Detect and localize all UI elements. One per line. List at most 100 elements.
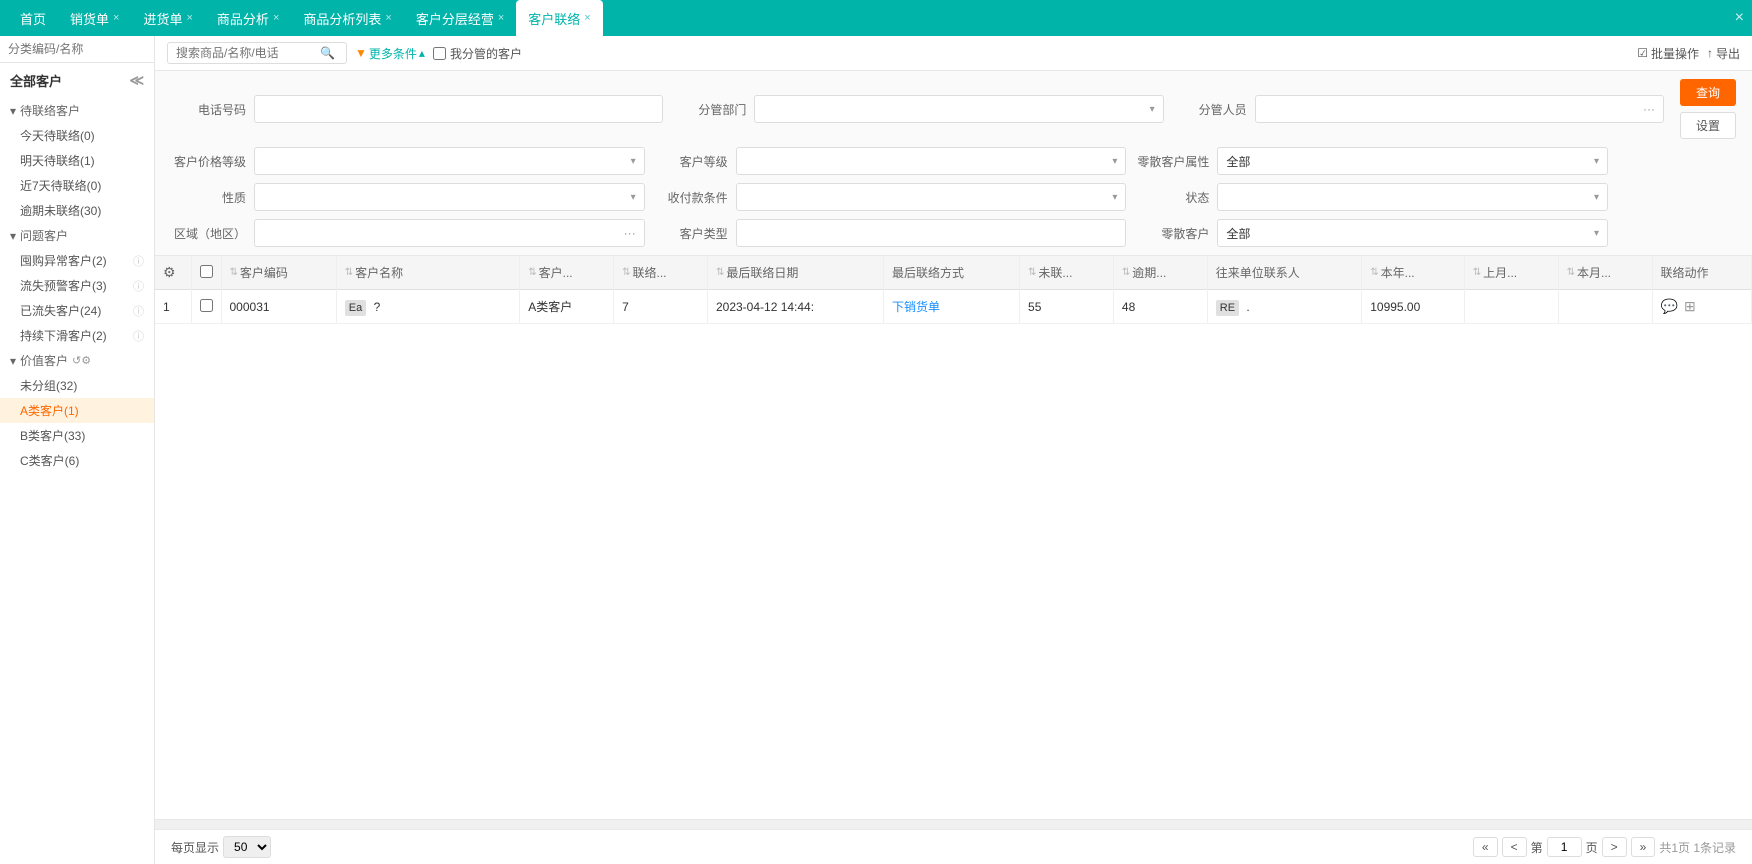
value-customers-refresh-icon[interactable]: ↺ [72, 354, 81, 367]
col-thismonth-sort-icon[interactable]: ⇅ [1567, 267, 1575, 278]
contact-method-link[interactable]: 下销货单 [892, 300, 940, 314]
filter-person-input[interactable]: ··· [1255, 95, 1664, 123]
col-last-contact-date[interactable]: ⇅ 最后联络日期 [707, 256, 883, 290]
sidebar-item-tomorrow[interactable]: 明天待联络(1) [0, 148, 154, 173]
section-value-customers[interactable]: ▾ 价值客户 ↺ ⚙ [0, 348, 154, 373]
batch-operation-button[interactable]: ☑ 批量操作 [1637, 45, 1699, 62]
export-button[interactable]: ↑ 导出 [1707, 45, 1740, 62]
nav-customer-contact-close[interactable]: × [584, 12, 590, 24]
sidebar-item-7days[interactable]: 近7天待联络(0) [0, 173, 154, 198]
my-customers-checkbox[interactable] [433, 47, 446, 60]
cell-last-month [1464, 290, 1558, 324]
settings-button[interactable]: 设置 [1680, 112, 1736, 139]
sidebar-item-today[interactable]: 今天待联络(0) [0, 123, 154, 148]
sidebar-item-ungrouped[interactable]: 未分组(32) [0, 373, 154, 398]
sidebar-item-class-b[interactable]: B类客户(33) [0, 423, 154, 448]
col-name[interactable]: ⇅ 客户名称 [336, 256, 519, 290]
col-type-sort-icon[interactable]: ⇅ [528, 267, 536, 278]
hoarding-info-icon[interactable]: ⓘ [133, 253, 144, 269]
nav-customer-tier[interactable]: 客户分层经营 × [404, 0, 516, 36]
section-pending-contact[interactable]: ▾ 待联络客户 [0, 98, 154, 123]
filter-retail-select[interactable]: 全部▾ [1217, 219, 1608, 247]
col-contact[interactable]: ⇅ 联络... [614, 256, 708, 290]
col-code[interactable]: ⇅ 客户编码 [221, 256, 336, 290]
region-dots-icon[interactable]: ··· [624, 226, 636, 240]
more-filters-button[interactable]: ▼ 更多条件 ▴ [355, 45, 425, 62]
declining-info-icon[interactable]: ⓘ [133, 328, 144, 344]
filter-customer-level-select[interactable]: ▾ [736, 147, 1127, 175]
filter-search-icon[interactable]: 🔍 [320, 46, 335, 60]
person-dots-icon[interactable]: ··· [1643, 102, 1655, 116]
sidebar-item-churned[interactable]: 已流失客户(24) ⓘ [0, 298, 154, 323]
filter-search-input[interactable] [176, 46, 316, 60]
my-customers-checkbox-container[interactable]: 我分管的客户 [433, 45, 522, 62]
filter-retail-attr-select[interactable]: 全部▾ [1217, 147, 1608, 175]
col-last-month[interactable]: ⇅ 上月... [1464, 256, 1558, 290]
sidebar-collapse-icon[interactable]: ≪ [129, 72, 144, 89]
col-this-month[interactable]: ⇅ 本月... [1558, 256, 1652, 290]
nav-analysis[interactable]: 商品分析 × [205, 0, 291, 36]
row-qr-icon[interactable]: ⊞ [1684, 298, 1696, 315]
nav-customer-tier-close[interactable]: × [498, 12, 504, 24]
churn-warning-info-icon[interactable]: ⓘ [133, 278, 144, 294]
query-button[interactable]: 查询 [1680, 79, 1736, 106]
nav-purchase-close[interactable]: × [186, 12, 192, 24]
col-nocontact-sort-icon[interactable]: ⇅ [1028, 267, 1036, 278]
row-chat-icon[interactable]: 💬 [1661, 298, 1678, 315]
filter-status-select[interactable]: ▾ [1217, 183, 1608, 211]
col-name-sort-icon[interactable]: ⇅ [345, 267, 353, 278]
section-problem-label: 问题客户 [20, 227, 68, 244]
nav-analysis-close[interactable]: × [273, 12, 279, 24]
select-all-checkbox[interactable] [200, 265, 213, 278]
last-page-button[interactable]: » [1631, 837, 1656, 857]
cell-type: A类客户 [520, 290, 614, 324]
col-code-sort-icon[interactable]: ⇅ [230, 267, 238, 278]
sidebar-item-overdue[interactable]: 逾期未联络(30) [0, 198, 154, 223]
filter-region-input[interactable]: ··· [254, 219, 645, 247]
sidebar-search-input[interactable] [8, 42, 155, 56]
row-checkbox[interactable] [200, 299, 213, 312]
col-contact-sort-icon[interactable]: ⇅ [622, 267, 630, 278]
section-problem-customers[interactable]: ▾ 问题客户 [0, 223, 154, 248]
page-number-input[interactable] [1547, 837, 1582, 857]
nav-sales-close[interactable]: × [113, 12, 119, 24]
nav-sales[interactable]: 销货单 × [58, 0, 131, 36]
nav-home[interactable]: 首页 [8, 0, 58, 36]
churned-info-icon[interactable]: ⓘ [133, 303, 144, 319]
filter-phone-input[interactable] [254, 95, 663, 123]
filter-row-1: 电话号码 分管部门 ▾ 分管人员 ··· 查询 设置 [171, 79, 1736, 139]
horizontal-scrollbar[interactable] [155, 819, 1752, 829]
sidebar-item-class-a[interactable]: A类客户(1) [0, 398, 154, 423]
sidebar-item-class-c[interactable]: C类客户(6) [0, 448, 154, 473]
first-page-button[interactable]: « [1473, 837, 1498, 857]
col-lastmonth-sort-icon[interactable]: ⇅ [1473, 267, 1481, 278]
window-close-button[interactable]: × [1735, 9, 1744, 27]
filter-customer-type-input[interactable] [736, 219, 1127, 247]
nav-analysis-list[interactable]: 商品分析列表 × [291, 0, 403, 36]
col-date-sort-icon[interactable]: ⇅ [716, 267, 724, 278]
table-settings-icon[interactable]: ⚙ [163, 264, 176, 280]
filter-nature-select[interactable]: ▾ [254, 183, 645, 211]
col-overdue-sort-icon[interactable]: ⇅ [1122, 267, 1130, 278]
next-page-button[interactable]: > [1602, 837, 1627, 857]
col-type[interactable]: ⇅ 客户... [520, 256, 614, 290]
nav-purchase[interactable]: 进货单 × [131, 0, 204, 36]
value-customers-settings-icon[interactable]: ⚙ [81, 354, 91, 367]
col-thisyear-sort-icon[interactable]: ⇅ [1370, 267, 1378, 278]
sidebar-item-declining[interactable]: 持续下滑客户(2) ⓘ [0, 323, 154, 348]
col-this-year[interactable]: ⇅ 本年... [1362, 256, 1465, 290]
prev-page-button[interactable]: < [1502, 837, 1527, 857]
filter-actions: ☑ 批量操作 ↑ 导出 [1637, 45, 1740, 62]
filter-payment-select[interactable]: ▾ [736, 183, 1127, 211]
sidebar-item-hoarding[interactable]: 囤购异常客户(2) ⓘ [0, 248, 154, 273]
page-size-select[interactable]: 50 [223, 836, 271, 858]
col-thismonth-label: 本月... [1577, 264, 1611, 281]
filter-phone-field: 电话号码 [171, 95, 663, 123]
sidebar-item-churn-warning[interactable]: 流失预警客户(3) ⓘ [0, 273, 154, 298]
filter-dept-select[interactable]: ▾ [754, 95, 1163, 123]
nav-customer-contact[interactable]: 客户联络 × [516, 0, 602, 36]
nav-analysis-list-close[interactable]: × [385, 12, 391, 24]
col-overdue[interactable]: ⇅ 逾期... [1113, 256, 1207, 290]
col-no-contact-days[interactable]: ⇅ 未联... [1020, 256, 1114, 290]
filter-price-level-select[interactable]: ▾ [254, 147, 645, 175]
